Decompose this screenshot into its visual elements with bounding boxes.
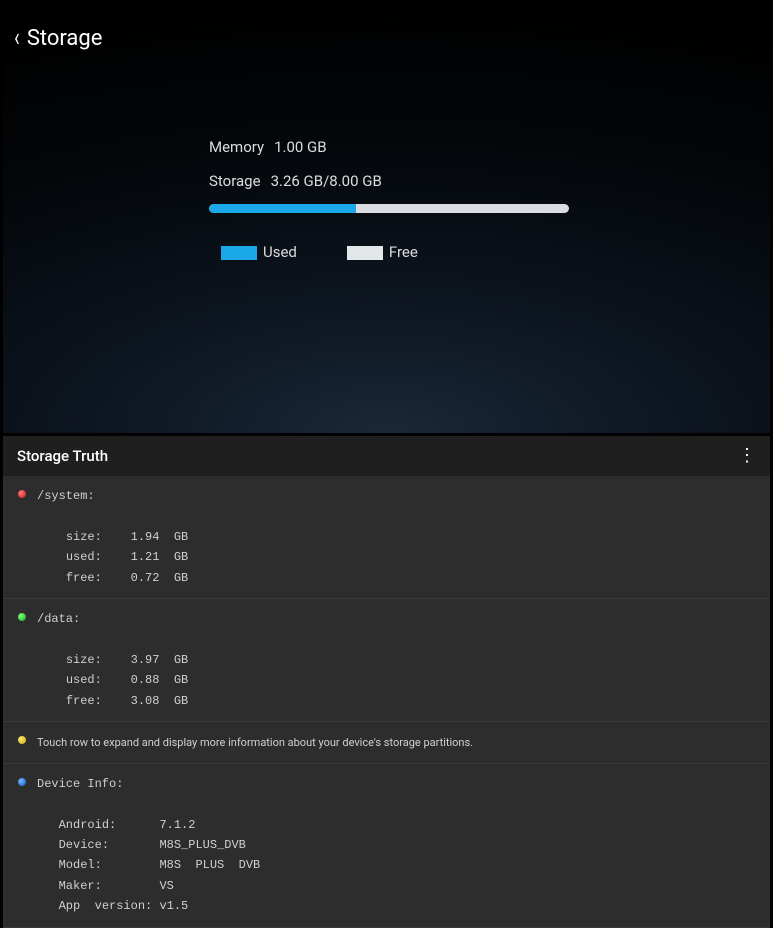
partition-row-system[interactable]: /system: size: 1.94 GB used: 1.21 GB fre… xyxy=(3,476,770,599)
device-info-text: Device Info: Android: 7.1.2 Device: M8S_… xyxy=(15,774,758,917)
dot-icon xyxy=(18,778,26,786)
legend: Used Free xyxy=(209,243,569,261)
memory-row: Memory 1.00 GB xyxy=(209,138,569,156)
storage-row: Storage 3.26 GB/8.00 GB xyxy=(209,172,569,190)
legend-used: Used xyxy=(221,243,297,261)
legend-used-label: Used xyxy=(263,243,297,261)
free-swatch-icon xyxy=(347,246,383,260)
storage-bar xyxy=(209,204,569,213)
memory-value: 1.00 GB xyxy=(274,138,327,156)
legend-free: Free xyxy=(347,243,418,261)
partition-system-text: /system: size: 1.94 GB used: 1.21 GB fre… xyxy=(15,486,758,588)
header: ‹ Storage xyxy=(3,3,770,73)
app-bar: Storage Truth ⋮ xyxy=(3,436,770,476)
back-icon[interactable]: ‹ xyxy=(14,25,19,51)
app-title: Storage Truth xyxy=(17,447,108,465)
dot-icon xyxy=(18,613,26,621)
more-icon[interactable]: ⋮ xyxy=(738,447,756,465)
hint-row[interactable]: Touch row to expand and display more inf… xyxy=(3,722,770,764)
page-title: Storage xyxy=(27,26,103,51)
memory-label: Memory xyxy=(209,138,264,156)
storage-settings-screen: ‹ Storage Memory 1.00 GB Storage 3.26 GB… xyxy=(3,3,770,433)
storage-bar-used xyxy=(209,204,356,213)
storage-truth-screen: Storage Truth ⋮ /system: size: 1.94 GB u… xyxy=(3,436,770,928)
storage-value: 3.26 GB/8.00 GB xyxy=(271,172,382,190)
hint-text: Touch row to expand and display more inf… xyxy=(15,736,758,749)
partition-data-text: /data: size: 3.97 GB used: 0.88 GB free:… xyxy=(15,609,758,711)
dot-icon xyxy=(18,490,26,498)
device-info-row[interactable]: Device Info: Android: 7.1.2 Device: M8S_… xyxy=(3,764,770,928)
storage-label: Storage xyxy=(209,172,261,190)
dot-icon xyxy=(18,736,26,744)
legend-free-label: Free xyxy=(389,243,418,261)
partition-row-data[interactable]: /data: size: 3.97 GB used: 0.88 GB free:… xyxy=(3,599,770,722)
storage-summary: Memory 1.00 GB Storage 3.26 GB/8.00 GB U… xyxy=(209,138,569,261)
used-swatch-icon xyxy=(221,246,257,260)
